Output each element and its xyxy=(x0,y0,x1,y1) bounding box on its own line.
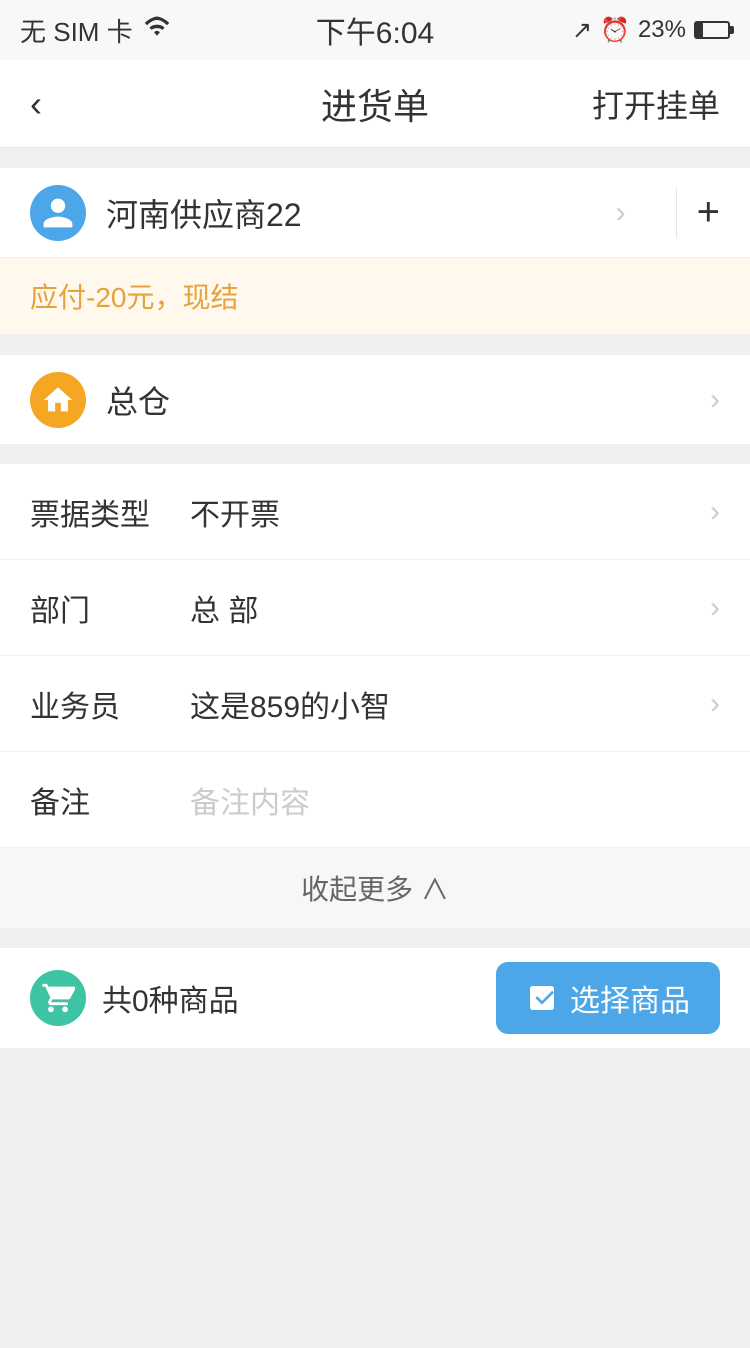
invoice-type-chevron-icon: › xyxy=(710,495,720,529)
supplier-avatar xyxy=(30,185,86,241)
cart-icon-circle xyxy=(30,970,86,1026)
status-left: 无 SIM 卡 xyxy=(20,12,171,49)
notice-bar: 应付-20元，现结 xyxy=(0,258,750,334)
bottom-product-bar: 共0种商品 选择商品 xyxy=(0,948,750,1048)
supplier-chevron-icon: › xyxy=(616,196,626,230)
form-section: 票据类型 不开票 › 部门 总 部 › 业务员 这是859的小智 › 备注 备注… xyxy=(0,464,750,848)
supplier-name: 河南供应商22 xyxy=(106,190,616,236)
collapse-label: 收起更多 ∧ xyxy=(301,868,449,908)
warehouse-row[interactable]: 总仓 › xyxy=(0,354,750,444)
battery-text: 23% xyxy=(638,16,686,44)
background-fill xyxy=(0,1048,750,1348)
remark-label: 备注 xyxy=(30,778,170,822)
notice-text: 应付-20元，现结 xyxy=(30,282,238,313)
salesperson-chevron-icon: › xyxy=(710,687,720,721)
select-product-label: 选择商品 xyxy=(570,976,690,1020)
page-title: 进货单 xyxy=(321,78,429,130)
form-row-salesperson[interactable]: 业务员 这是859的小智 › xyxy=(0,656,750,752)
warehouse-icon-circle xyxy=(30,372,86,428)
section-divider-1 xyxy=(0,148,750,168)
remark-input[interactable]: 备注内容 xyxy=(170,778,720,822)
status-time: 下午6:04 xyxy=(316,8,434,52)
add-supplier-button[interactable]: + xyxy=(697,190,720,235)
supplier-row[interactable]: 河南供应商22 › + xyxy=(0,168,750,258)
vertical-divider xyxy=(676,188,677,238)
section-divider-2 xyxy=(0,334,750,354)
wifi-icon xyxy=(143,13,171,48)
alarm-icon: ⏰ xyxy=(600,16,630,45)
carrier-text: 无 SIM 卡 xyxy=(20,12,133,49)
department-chevron-icon: › xyxy=(710,591,720,625)
location-icon: ↗ xyxy=(572,16,592,45)
product-count-area: 共0种商品 xyxy=(30,970,239,1026)
warehouse-chevron-icon: › xyxy=(710,383,720,417)
warehouse-name: 总仓 xyxy=(106,377,710,423)
open-pending-button[interactable]: 打开挂单 xyxy=(592,81,720,127)
nav-bar: ‹ 进货单 打开挂单 xyxy=(0,60,750,148)
cart-icon xyxy=(41,981,75,1015)
select-product-icon xyxy=(526,982,558,1014)
salesperson-label: 业务员 xyxy=(30,682,170,726)
form-row-remark[interactable]: 备注 备注内容 xyxy=(0,752,750,848)
person-icon xyxy=(40,195,76,231)
back-button[interactable]: ‹ xyxy=(30,83,42,125)
department-label: 部门 xyxy=(30,586,170,630)
collapse-row[interactable]: 收起更多 ∧ xyxy=(0,848,750,928)
product-count-text: 共0种商品 xyxy=(102,976,239,1020)
select-product-button[interactable]: 选择商品 xyxy=(496,962,720,1034)
home-icon xyxy=(41,383,75,417)
form-row-department[interactable]: 部门 总 部 › xyxy=(0,560,750,656)
warehouse-section: 总仓 › xyxy=(0,354,750,444)
invoice-type-value: 不开票 xyxy=(170,490,710,534)
salesperson-value: 这是859的小智 xyxy=(170,682,710,726)
department-value: 总 部 xyxy=(170,586,710,630)
form-row-invoice-type[interactable]: 票据类型 不开票 › xyxy=(0,464,750,560)
status-right: ↗ ⏰ 23% xyxy=(572,16,730,45)
status-bar: 无 SIM 卡 下午6:04 ↗ ⏰ 23% xyxy=(0,0,750,60)
battery-icon xyxy=(694,21,730,39)
invoice-type-label: 票据类型 xyxy=(30,490,170,534)
supplier-section: 河南供应商22 › + 应付-20元，现结 xyxy=(0,168,750,334)
